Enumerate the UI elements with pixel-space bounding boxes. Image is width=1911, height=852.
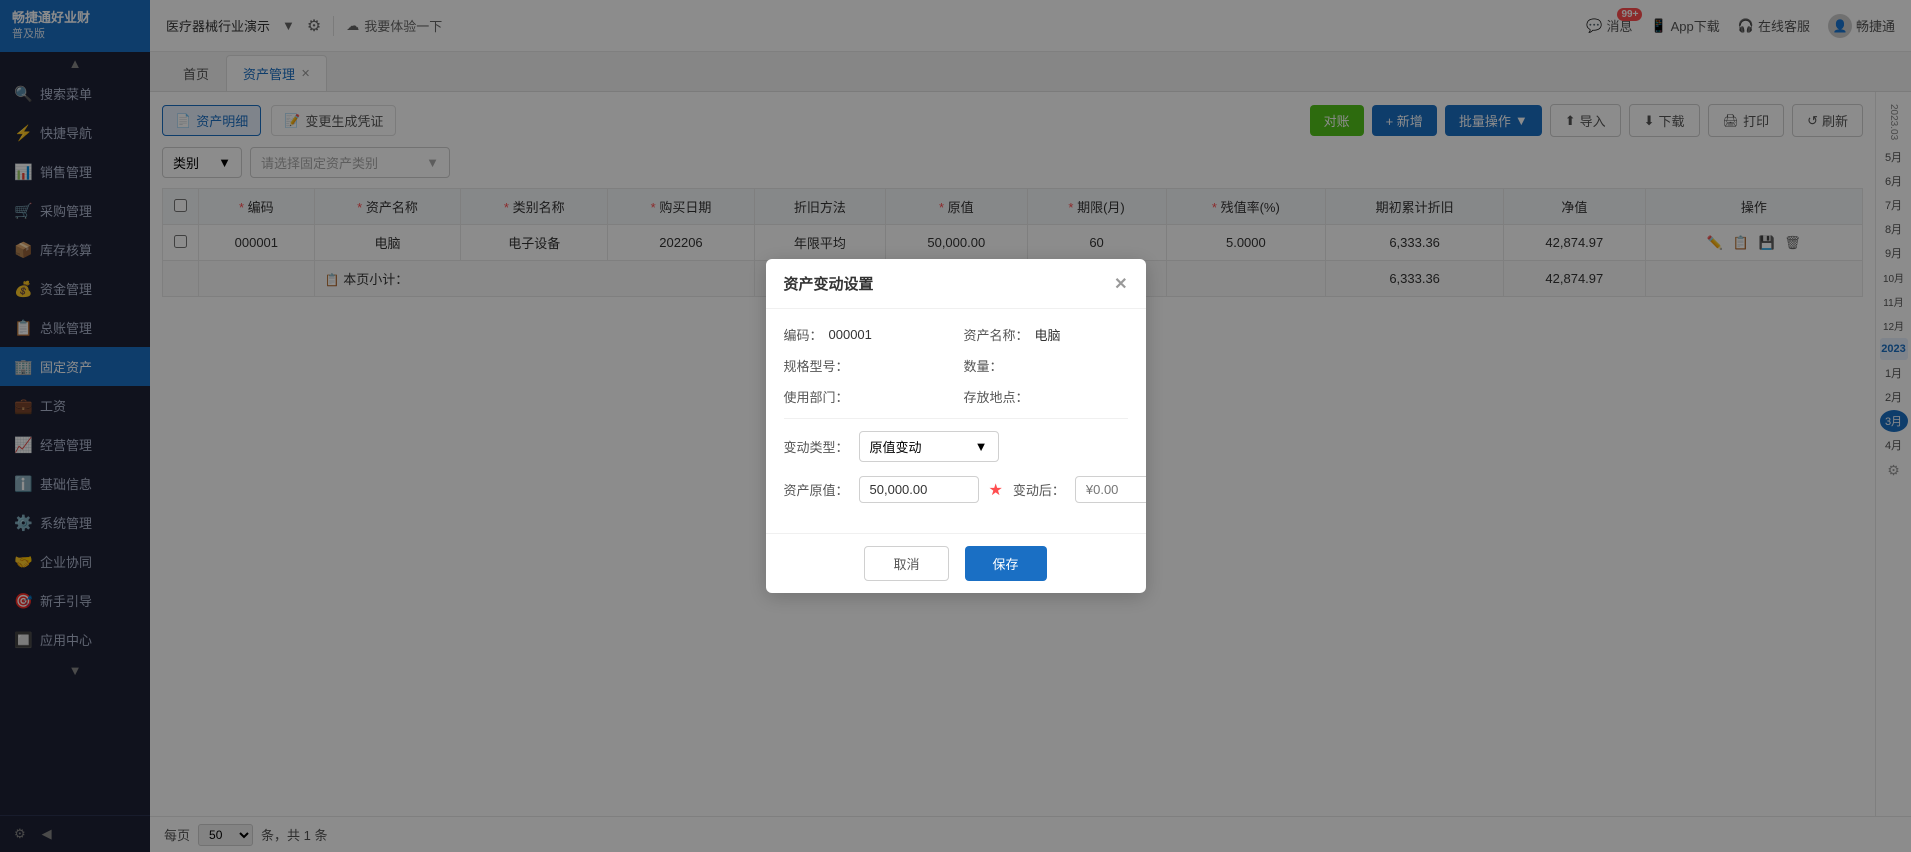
modal-title: 资产变动设置: [784, 273, 874, 294]
modal-asset-change: 资产变动设置 ✕ 编码： 000001 资产名称： 电脑 规格型号：: [766, 259, 1146, 593]
dept-label: 使用部门：: [784, 387, 849, 406]
name-value: 电脑: [1035, 325, 1061, 344]
quantity-label: 数量：: [964, 356, 1003, 375]
code-value: 000001: [829, 327, 872, 342]
location-label: 存放地点：: [964, 387, 1029, 406]
modal-field-location: 存放地点：: [964, 387, 1128, 406]
code-label: 编码：: [784, 325, 823, 344]
after-label: 变动后：: [1013, 480, 1065, 499]
original-value-label: 资产原值：: [784, 480, 849, 499]
modal-field-code: 编码： 000001: [784, 325, 948, 344]
modal-header: 资产变动设置 ✕: [766, 259, 1146, 309]
modal-field-quantity: 数量：: [964, 356, 1128, 375]
cancel-button[interactable]: 取消: [864, 546, 948, 581]
modal-field-dept: 使用部门：: [784, 387, 948, 406]
modal-overlay: 资产变动设置 ✕ 编码： 000001 资产名称： 电脑 规格型号：: [0, 0, 1911, 852]
save-button[interactable]: 保存: [965, 546, 1047, 581]
modal-divider: [784, 418, 1128, 419]
modal-field-spec: 规格型号：: [784, 356, 948, 375]
modal-row-original-value: 资产原值： 50,000.00 ★ 变动后：: [784, 476, 1128, 503]
modal-field-name: 资产名称： 电脑: [964, 325, 1128, 344]
required-star: ★: [989, 480, 1003, 500]
modal-close-icon[interactable]: ✕: [1114, 274, 1127, 294]
original-value-display: 50,000.00: [859, 476, 979, 503]
modal-row-spec-quantity: 规格型号： 数量：: [784, 356, 1128, 375]
change-type-label: 变动类型：: [784, 437, 849, 456]
modal-footer: 取消 保存: [766, 533, 1146, 593]
modal-row-code-name: 编码： 000001 资产名称： 电脑: [784, 325, 1128, 344]
change-type-dropdown-icon: ▼: [975, 439, 988, 454]
spec-label: 规格型号：: [784, 356, 849, 375]
change-type-select[interactable]: 原值变动 ▼: [859, 431, 999, 462]
name-label: 资产名称：: [964, 325, 1029, 344]
modal-body: 编码： 000001 资产名称： 电脑 规格型号： 数量：: [766, 309, 1146, 533]
modal-row-dept-location: 使用部门： 存放地点：: [784, 387, 1128, 406]
after-value-input[interactable]: [1075, 476, 1146, 503]
modal-row-change-type: 变动类型： 原值变动 ▼: [784, 431, 1128, 462]
